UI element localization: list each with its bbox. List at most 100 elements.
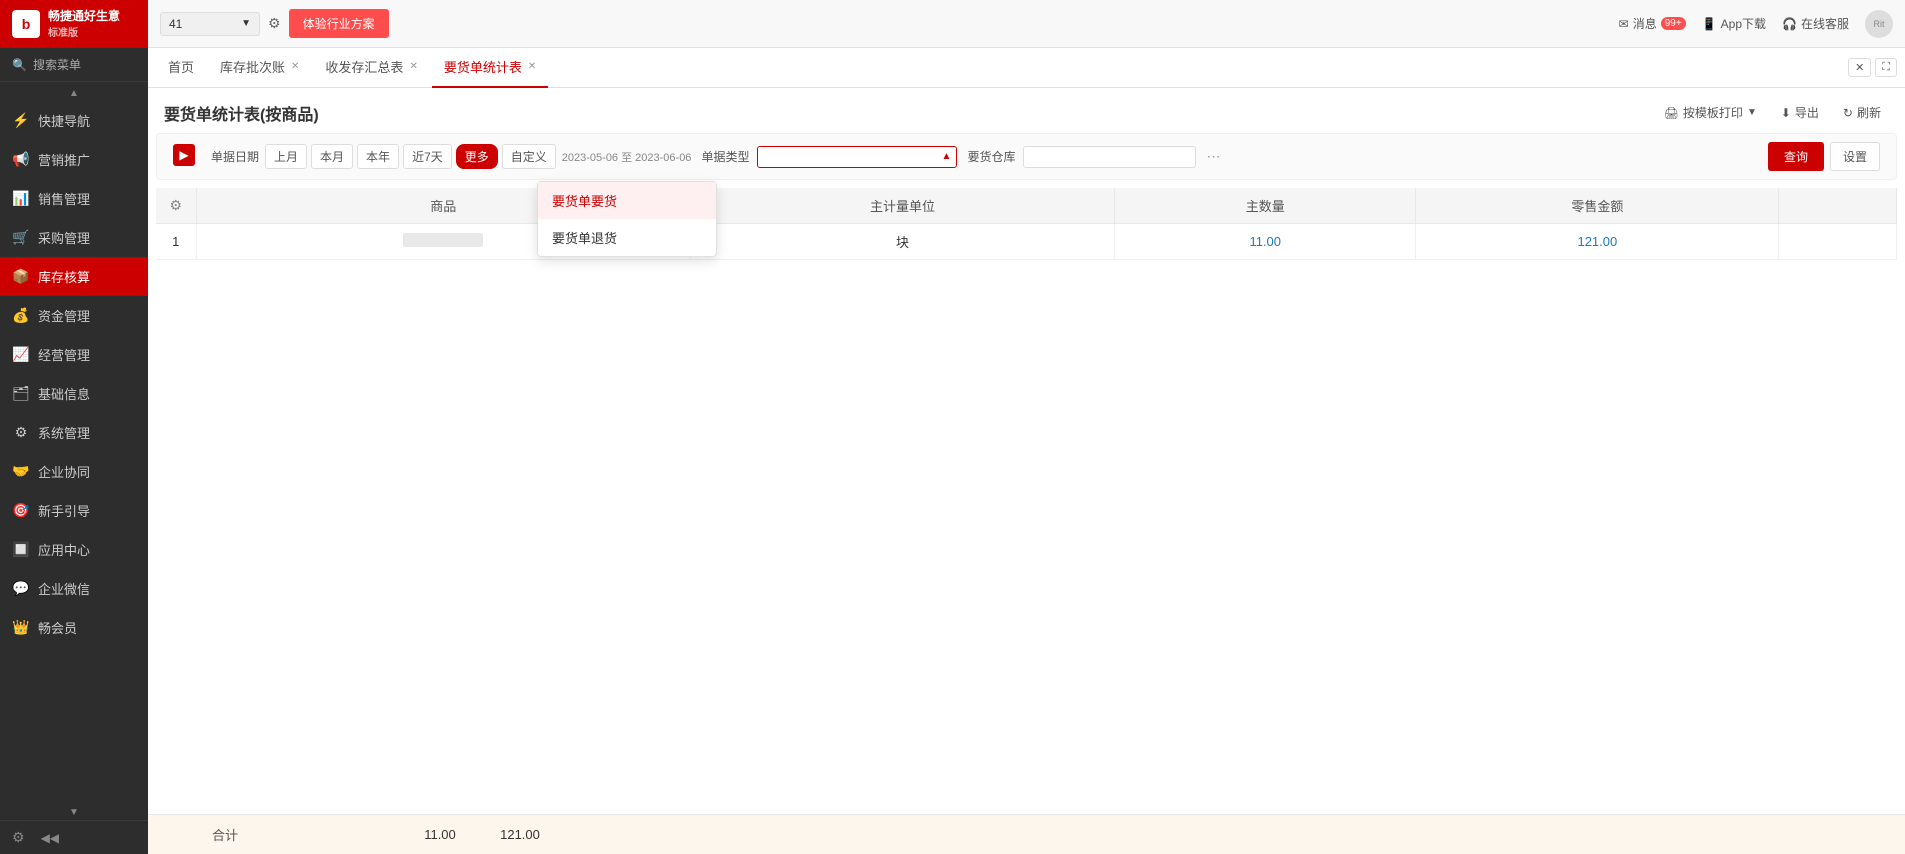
sidebar-item-collab[interactable]: 🤝 企业协同 — [0, 452, 148, 491]
query-btn[interactable]: 查询 — [1768, 142, 1824, 171]
print-btn[interactable]: 🖨 按模板打印 ▼ — [1656, 100, 1765, 125]
type-filter-input[interactable] — [757, 146, 957, 168]
sidebar-scroll-down[interactable]: ▼ — [0, 801, 148, 820]
shortcut-this-year[interactable]: 本年 — [357, 144, 399, 169]
main-content: 41 ▼ ⚙ 体验行业方案 ✉ 消息 99+ 📱 App下载 🎧 在线客服 Ri… — [148, 0, 1905, 854]
refresh-icon: ↻ — [1843, 106, 1853, 120]
cell-quantity[interactable]: 11.00 — [1114, 224, 1416, 260]
table-row: 1 块 11.00 121.00 — [156, 224, 1897, 260]
th-quantity: 主数量 — [1114, 188, 1416, 224]
messages-btn[interactable]: ✉ 消息 99+ — [1619, 15, 1686, 32]
sidebar-item-guide[interactable]: 🎯 新手引导 — [0, 491, 148, 530]
tabs-expand: ✕ ⛶ — [1848, 58, 1897, 77]
tabs-fullscreen-btn[interactable]: ⛶ — [1875, 58, 1897, 77]
sidebar-item-label: 经营管理 — [38, 345, 90, 364]
sidebar-item-quick-nav[interactable]: ⚡ 快捷导航 — [0, 101, 148, 140]
tab-order-stats-label: 要货单统计表 — [444, 57, 522, 76]
collab-icon: 🤝 — [12, 463, 30, 480]
store-selector[interactable]: 41 ▼ — [160, 12, 260, 36]
sidebar-header: b 畅捷通好生意 标准版 — [0, 0, 148, 48]
tab-order-stats[interactable]: 要货单统计表 ✕ — [432, 48, 548, 88]
tab-receipt-summary[interactable]: 收发存汇总表 ✕ — [313, 48, 429, 88]
messages-label: 消息 — [1633, 15, 1657, 32]
app-center-icon: 🔲 — [12, 541, 30, 558]
sidebar-item-app-center[interactable]: 🔲 应用中心 — [0, 530, 148, 569]
search-icon: 🔍 — [12, 58, 27, 72]
filter-buttons: 查询 设置 — [1768, 142, 1880, 171]
refresh-label: 刷新 — [1857, 104, 1881, 121]
tab-home[interactable]: 首页 — [156, 48, 206, 88]
warehouse-filter-input[interactable] — [1023, 146, 1196, 168]
export-btn[interactable]: ⬇ 导出 — [1773, 100, 1827, 125]
filter-bar: ▶ 单据日期 上月 本月 本年 近7天 更多 自定义 2023-05-06 至 … — [156, 133, 1897, 180]
sidebar-item-sales[interactable]: 📊 销售管理 — [0, 179, 148, 218]
refresh-btn[interactable]: ↻ 刷新 — [1835, 100, 1889, 125]
online-service-btn[interactable]: 🎧 在线客服 — [1782, 15, 1849, 32]
collapse-icon[interactable]: ◀◀ — [41, 831, 59, 845]
warehouse-more-icon[interactable]: ⋯ — [1204, 146, 1222, 167]
sidebar-item-member[interactable]: 👑 畅会员 — [0, 608, 148, 647]
shortcut-last-7-days[interactable]: 近7天 — [403, 144, 452, 169]
th-extra — [1779, 188, 1897, 224]
app-download-btn[interactable]: 📱 App下载 — [1702, 15, 1766, 32]
topbar-gear-icon[interactable]: ⚙ — [268, 15, 281, 32]
export-icon: ⬇ — [1781, 106, 1791, 120]
sidebar-item-label: 企业协同 — [38, 462, 90, 481]
purchase-icon: 🛒 — [12, 229, 30, 246]
dropdown-item-order-return[interactable]: 要货单退货 — [538, 219, 716, 256]
shortcut-custom[interactable]: 自定义 — [502, 144, 556, 169]
chevron-down-icon: ▼ — [241, 18, 251, 29]
sidebar-item-base[interactable]: 🗂 基础信息 — [0, 374, 148, 413]
trial-btn[interactable]: 体验行业方案 — [289, 9, 389, 38]
tab-inventory-batch[interactable]: 库存批次账 ✕ — [208, 48, 311, 88]
filter-expand-btn[interactable]: ▶ — [173, 144, 195, 166]
type-filter-label: 单据类型 — [701, 148, 749, 165]
dropdown-item-order-goods[interactable]: 要货单要货 — [538, 182, 716, 219]
tab-receipt-summary-close[interactable]: ✕ — [409, 61, 417, 72]
sidebar-item-purchase[interactable]: 🛒 采购管理 — [0, 218, 148, 257]
tab-home-label: 首页 — [168, 57, 194, 76]
sidebar-item-label: 库存核算 — [38, 267, 90, 286]
footer-amount: 121.00 — [480, 827, 560, 842]
sidebar-item-system[interactable]: ⚙ 系统管理 — [0, 413, 148, 452]
member-icon: 👑 — [12, 619, 30, 636]
data-table: ⚙ 商品 主计量单位 主数量 零售金额 1 — [156, 188, 1897, 260]
shortcut-more[interactable]: 更多 — [456, 144, 498, 169]
settings-btn[interactable]: 设置 — [1830, 142, 1880, 171]
date-shortcuts: 上月 本月 本年 近7天 更多 自定义 — [265, 144, 556, 169]
avatar[interactable]: Rit — [1865, 10, 1893, 38]
sidebar-item-finance[interactable]: 💰 资金管理 — [0, 296, 148, 335]
sidebar-search[interactable]: 🔍 搜索菜单 — [0, 48, 148, 82]
table-area: ⚙ 商品 主计量单位 主数量 零售金额 1 — [148, 180, 1905, 814]
app-edition: 标准版 — [48, 24, 120, 39]
sidebar-item-label: 应用中心 — [38, 540, 90, 559]
sidebar-item-label: 系统管理 — [38, 423, 90, 442]
sidebar-scroll-up[interactable]: ▲ — [0, 82, 148, 101]
tab-inventory-batch-close[interactable]: ✕ — [291, 61, 299, 72]
sidebar-item-label: 企业微信 — [38, 579, 90, 598]
sidebar-item-wechat[interactable]: 💬 企业微信 — [0, 569, 148, 608]
shortcut-this-month[interactable]: 本月 — [311, 144, 353, 169]
cell-amount[interactable]: 121.00 — [1416, 224, 1779, 260]
app-logo: b — [12, 10, 40, 38]
tab-order-stats-close[interactable]: ✕ — [528, 61, 536, 72]
sidebar-item-marketing[interactable]: 📢 营销推广 — [0, 140, 148, 179]
sidebar-item-label: 资金管理 — [38, 306, 90, 325]
settings-icon[interactable]: ⚙ — [12, 829, 25, 846]
sidebar-item-operations[interactable]: 📈 经营管理 — [0, 335, 148, 374]
tabs-expand-btn[interactable]: ✕ — [1848, 58, 1871, 77]
print-icon: 🖨 — [1664, 106, 1679, 120]
cell-index: 1 — [156, 224, 196, 260]
page-actions: 🖨 按模板打印 ▼ ⬇ 导出 ↻ 刷新 — [1656, 100, 1889, 125]
column-settings-icon[interactable]: ⚙ — [169, 197, 182, 213]
app-download-label: App下载 — [1721, 15, 1766, 32]
page-header: 要货单统计表(按商品) 🖨 按模板打印 ▼ ⬇ 导出 ↻ 刷新 — [148, 88, 1905, 133]
sidebar-item-inventory[interactable]: 📦 库存核算 — [0, 257, 148, 296]
warehouse-filter-label: 要货仓库 — [967, 148, 1015, 165]
quick-nav-icon: ⚡ — [12, 112, 30, 129]
sidebar-app-info: 畅捷通好生意 标准版 — [48, 9, 120, 40]
cell-unit: 块 — [691, 224, 1115, 260]
sidebar-nav: ⚡ 快捷导航 📢 营销推广 📊 销售管理 🛒 采购管理 📦 库存核算 💰 资金管… — [0, 101, 148, 801]
shortcut-last-month[interactable]: 上月 — [265, 144, 307, 169]
sidebar-item-label: 销售管理 — [38, 189, 90, 208]
